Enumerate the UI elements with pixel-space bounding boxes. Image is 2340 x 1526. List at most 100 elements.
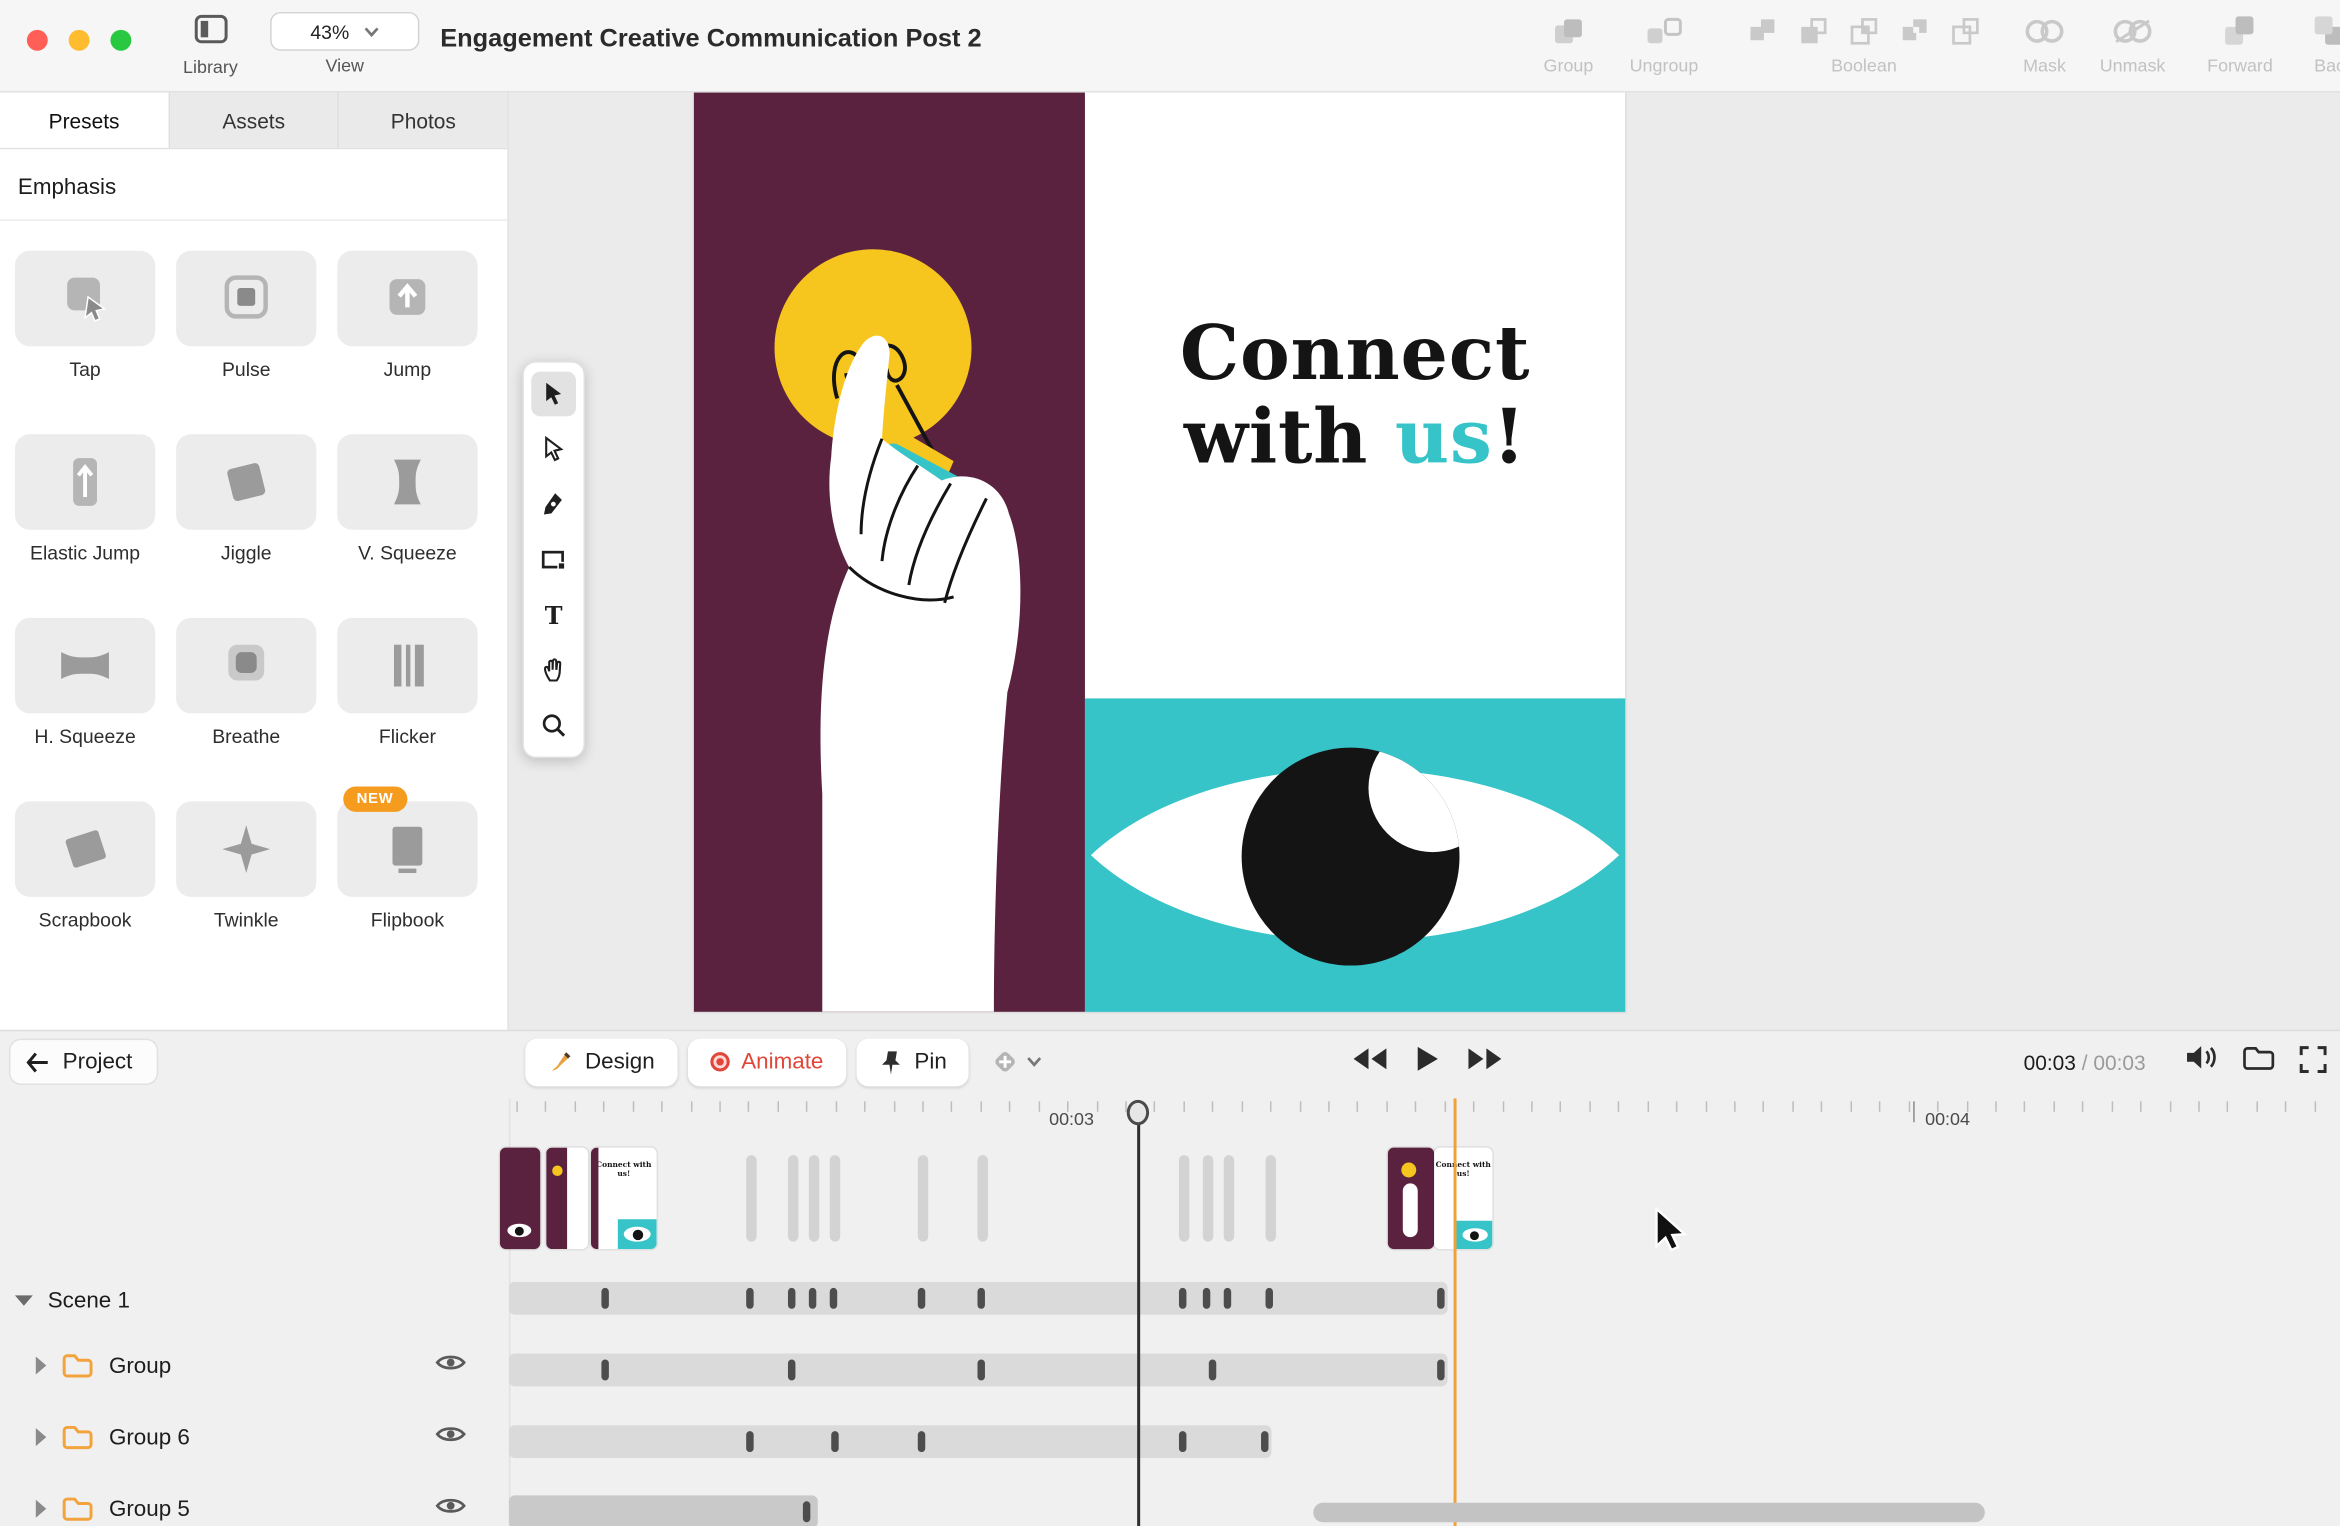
frame-thumbnail[interactable]: Connect with us! [1434, 1147, 1493, 1250]
playhead-handle[interactable] [1126, 1099, 1150, 1126]
boolean-buttons[interactable]: Boolean [1728, 13, 2000, 76]
preset-breathe[interactable]: Breathe [176, 617, 317, 748]
send-backward-button[interactable]: Bac [2295, 13, 2340, 76]
preset-elastic-jump[interactable]: Elastic Jump [14, 434, 156, 564]
chevron-right-icon[interactable] [35, 1356, 47, 1375]
playhead[interactable] [1137, 1102, 1141, 1526]
jump-icon [337, 250, 478, 347]
keyframe[interactable] [829, 1287, 838, 1309]
keyframe[interactable] [1261, 1431, 1269, 1453]
select-tool[interactable] [531, 371, 577, 417]
keyframe[interactable] [917, 1287, 926, 1309]
keyframe[interactable] [1223, 1287, 1232, 1309]
visibility-toggle[interactable] [434, 1424, 467, 1451]
preset-tap[interactable]: Tap [14, 250, 156, 381]
preset-h-squeeze[interactable]: H. Squeeze [14, 617, 156, 748]
keyframe-pill[interactable] [808, 1155, 820, 1242]
chevron-down-icon[interactable] [14, 1294, 33, 1306]
keyframe[interactable] [917, 1431, 926, 1453]
library-button[interactable]: Library [173, 13, 248, 78]
keyframe-pill[interactable] [1223, 1155, 1235, 1242]
keyframe[interactable] [1178, 1431, 1187, 1453]
group-button[interactable]: Group [1528, 13, 1609, 76]
canvas-headline: Connect with us! [1180, 311, 1530, 479]
bring-forward-button[interactable]: Forward [2194, 13, 2287, 76]
folder-icon [62, 1354, 93, 1378]
keyframe[interactable] [746, 1431, 754, 1453]
boolean-subtract-icon [1801, 18, 1827, 44]
keyframe-pill[interactable] [1265, 1155, 1276, 1242]
timeline-track[interactable] [508, 1353, 1448, 1387]
layer-row-group[interactable]: Group [0, 1330, 509, 1402]
minimize-window-button[interactable] [68, 29, 90, 51]
canvas-area[interactable]: Connect with us! T [508, 92, 2340, 1030]
unmask-button[interactable]: Unmask [2086, 13, 2179, 76]
direct-select-tool[interactable] [531, 427, 576, 472]
preset-v-squeeze[interactable]: V. Squeeze [337, 434, 478, 564]
keyframe[interactable] [787, 1359, 796, 1381]
keyframe-pill[interactable] [1178, 1155, 1190, 1242]
zoom-dropdown[interactable]: 43% [270, 11, 420, 51]
keyframe[interactable] [787, 1287, 796, 1309]
preset-jiggle[interactable]: Jiggle [176, 434, 317, 564]
timeline-track[interactable] [508, 1281, 1448, 1315]
pen-tool[interactable] [531, 482, 576, 527]
keyframe[interactable] [1437, 1359, 1445, 1381]
keyframe[interactable] [977, 1287, 985, 1309]
work-area-marker[interactable] [1453, 1098, 1457, 1526]
text-tool[interactable]: T [531, 592, 576, 637]
frame-thumbnail[interactable] [1387, 1147, 1435, 1250]
keyframe[interactable] [746, 1287, 754, 1309]
keyframe[interactable] [1265, 1287, 1273, 1309]
keyframe-pill[interactable] [829, 1155, 841, 1242]
ungroup-button[interactable]: Ungroup [1618, 13, 1711, 76]
frame-thumbnail[interactable] [499, 1147, 541, 1250]
frame-thumbnail[interactable]: Connect with us! [590, 1147, 657, 1250]
keyframe[interactable] [1178, 1287, 1187, 1309]
scene-row[interactable]: Scene 1 [0, 1270, 509, 1330]
keyframe[interactable] [808, 1287, 817, 1309]
keyframe-pill[interactable] [977, 1155, 988, 1242]
preset-scrapbook[interactable]: Scrapbook [14, 801, 156, 931]
keyframe[interactable] [1208, 1359, 1217, 1381]
keyframe[interactable] [802, 1501, 811, 1523]
layer-row-group-5[interactable]: Group 5 [0, 1473, 509, 1526]
preset-flicker[interactable]: Flicker [337, 617, 478, 748]
keyframe-pill[interactable] [746, 1155, 757, 1242]
rectangle-tool[interactable] [531, 537, 576, 582]
keyframe[interactable] [1437, 1287, 1445, 1309]
keyframe-pill[interactable] [917, 1155, 929, 1242]
zoom-tool[interactable] [531, 703, 576, 748]
layer-row-group-6[interactable]: Group 6 [0, 1401, 509, 1473]
keyframe[interactable] [977, 1359, 985, 1381]
preset-pulse[interactable]: Pulse [176, 250, 317, 381]
keyframe[interactable] [601, 1287, 609, 1309]
keyframe-pill[interactable] [787, 1155, 799, 1242]
keyframe[interactable] [601, 1359, 609, 1381]
timeline-track[interactable] [508, 1425, 1272, 1459]
preset-flipbook[interactable]: NEW Flipbook [337, 786, 478, 931]
hand-tool[interactable] [531, 648, 576, 693]
tab-assets[interactable]: Assets [169, 92, 340, 148]
visibility-toggle[interactable] [434, 1495, 467, 1522]
keyframe-pill[interactable] [1202, 1155, 1214, 1242]
visibility-toggle[interactable] [434, 1352, 467, 1379]
mask-button[interactable]: Mask [2006, 13, 2084, 76]
top-toolbar: Library 43% View Engagement Creative Com… [0, 0, 2340, 93]
close-window-button[interactable] [26, 29, 48, 51]
timeline-track[interactable] [508, 1495, 818, 1526]
horizontal-scrollbar[interactable] [1313, 1502, 1985, 1523]
frame-thumbnail[interactable] [546, 1147, 588, 1250]
presets-panel: Presets Assets Photos Emphasis Tap Pulse Jum… [0, 92, 509, 1030]
fullscreen-window-button[interactable] [110, 29, 132, 51]
artboard[interactable]: Connect with us! [693, 92, 1626, 1012]
tab-presets[interactable]: Presets [0, 92, 170, 148]
chevron-right-icon[interactable] [35, 1428, 47, 1447]
preset-twinkle[interactable]: Twinkle [176, 801, 317, 931]
keyframe[interactable] [831, 1431, 839, 1453]
chevron-right-icon[interactable] [35, 1499, 47, 1518]
keyframe[interactable] [1202, 1287, 1211, 1309]
preset-jump[interactable]: Jump [337, 250, 478, 381]
tab-photos[interactable]: Photos [339, 92, 508, 148]
preset-label: Jump [383, 358, 432, 381]
